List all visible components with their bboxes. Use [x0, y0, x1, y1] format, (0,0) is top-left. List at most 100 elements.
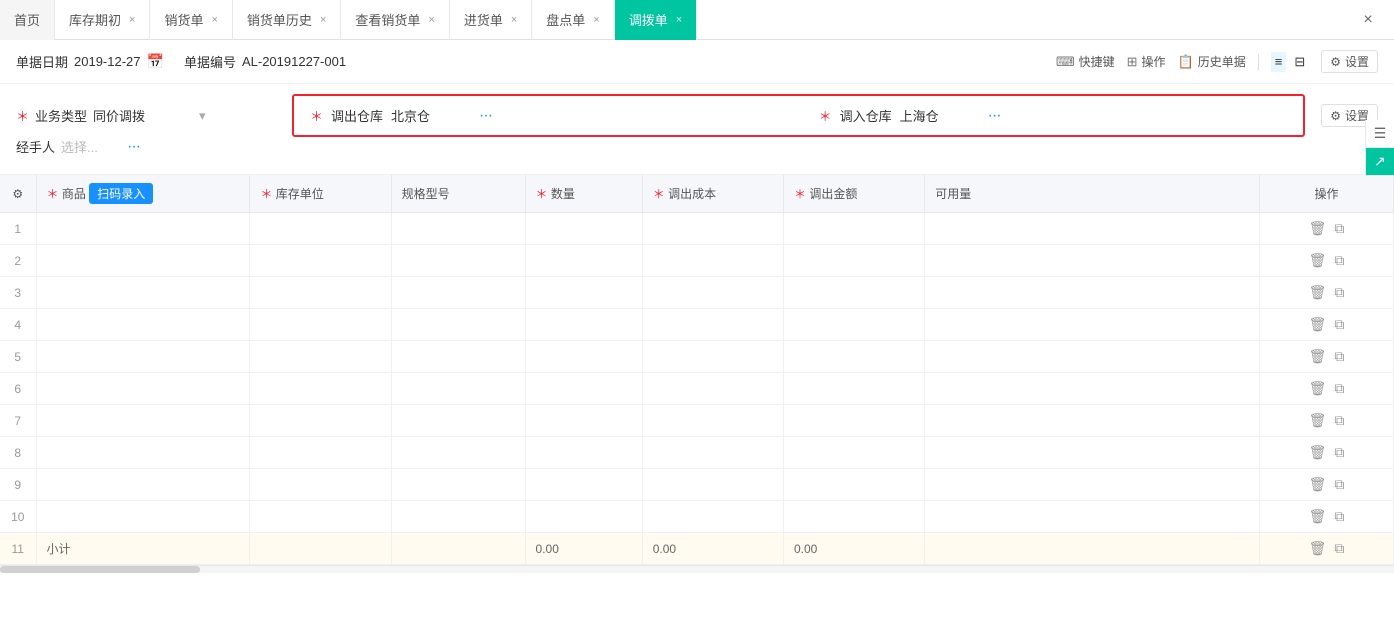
row-3-amount[interactable] [783, 277, 924, 309]
row-5-amount[interactable] [783, 341, 924, 373]
horizontal-scrollbar[interactable] [0, 565, 1394, 573]
row-8-qty[interactable] [525, 437, 642, 469]
row-2-goods[interactable] [36, 245, 250, 277]
row-11-spec[interactable] [391, 533, 525, 565]
row-4-cost[interactable] [642, 309, 783, 341]
row-1-qty[interactable] [525, 213, 642, 245]
row-7-unit[interactable] [250, 405, 391, 437]
tab-inventory-init-close[interactable]: × [129, 14, 135, 26]
window-close-button[interactable]: × [1352, 4, 1384, 36]
delete-icon-2[interactable]: 🗑 [1309, 252, 1327, 269]
copy-icon-9[interactable]: ⧉ [1334, 476, 1344, 493]
transfer-out-value[interactable]: 北京仓 [391, 106, 471, 125]
row-2-cost[interactable] [642, 245, 783, 277]
tab-view-sales[interactable]: 查看销货单 × [341, 0, 449, 40]
copy-icon-1[interactable]: ⧉ [1334, 220, 1344, 237]
row-6-qty[interactable] [525, 373, 642, 405]
tab-transfer-close[interactable]: × [676, 14, 682, 26]
row-10-qty[interactable] [525, 501, 642, 533]
delete-icon-5[interactable]: 🗑 [1309, 348, 1327, 365]
tab-stocktake[interactable]: 盘点单 × [532, 0, 614, 40]
row-2-unit[interactable] [250, 245, 391, 277]
transfer-in-value[interactable]: 上海仓 [900, 106, 980, 125]
row-6-spec[interactable] [391, 373, 525, 405]
copy-icon-11[interactable]: ⧉ [1334, 540, 1344, 557]
row-6-amount[interactable] [783, 373, 924, 405]
delete-icon-11[interactable]: 🗑 [1309, 540, 1327, 557]
copy-icon-4[interactable]: ⧉ [1334, 316, 1344, 333]
shortcut-button[interactable]: ⌨ 快捷键 [1056, 53, 1115, 70]
row-10-cost[interactable] [642, 501, 783, 533]
row-5-spec[interactable] [391, 341, 525, 373]
delete-icon-3[interactable]: 🗑 [1309, 284, 1327, 301]
row-3-spec[interactable] [391, 277, 525, 309]
row-7-qty[interactable] [525, 405, 642, 437]
person-more-icon[interactable]: ··· [127, 138, 140, 156]
row-5-goods[interactable] [36, 341, 250, 373]
row-6-unit[interactable] [250, 373, 391, 405]
sidebar-expand-button[interactable]: ↗ [1366, 148, 1394, 176]
row-9-unit[interactable] [250, 469, 391, 501]
person-value[interactable]: 选择... [61, 137, 121, 156]
tab-inventory-init[interactable]: 库存期初 × [55, 0, 150, 40]
row-8-spec[interactable] [391, 437, 525, 469]
tab-purchase-order-close[interactable]: × [511, 14, 517, 26]
row-8-unit[interactable] [250, 437, 391, 469]
row-4-goods[interactable] [36, 309, 250, 341]
delete-icon-7[interactable]: 🗑 [1309, 412, 1327, 429]
row-6-goods[interactable] [36, 373, 250, 405]
layout-grid-icon[interactable]: ⊟ [1290, 52, 1309, 72]
row-7-spec[interactable] [391, 405, 525, 437]
row-4-amount[interactable] [783, 309, 924, 341]
tab-home[interactable]: 首页 [0, 0, 55, 40]
copy-icon-2[interactable]: ⧉ [1334, 252, 1344, 269]
calendar-icon[interactable]: 📅 [147, 53, 164, 70]
row-3-unit[interactable] [250, 277, 391, 309]
row-9-spec[interactable] [391, 469, 525, 501]
row-10-spec[interactable] [391, 501, 525, 533]
setting-button[interactable]: ⚙ 设置 [1321, 50, 1378, 73]
delete-icon-6[interactable]: 🗑 [1309, 380, 1327, 397]
row-11-unit[interactable] [250, 533, 391, 565]
row-3-qty[interactable] [525, 277, 642, 309]
tab-transfer[interactable]: 调拨单 × [615, 0, 697, 40]
row-8-goods[interactable] [36, 437, 250, 469]
row-1-amount[interactable] [783, 213, 924, 245]
row-9-cost[interactable] [642, 469, 783, 501]
sidebar-list-button[interactable]: ☰ [1366, 120, 1394, 148]
row-1-cost[interactable] [642, 213, 783, 245]
row-8-cost[interactable] [642, 437, 783, 469]
tab-purchase-order[interactable]: 进货单 × [450, 0, 532, 40]
layout-list-icon[interactable]: ≡ [1271, 52, 1287, 72]
row-4-unit[interactable] [250, 309, 391, 341]
row-2-amount[interactable] [783, 245, 924, 277]
scrollbar-thumb[interactable] [0, 566, 200, 573]
copy-icon-10[interactable]: ⧉ [1334, 508, 1344, 525]
row-7-goods[interactable] [36, 405, 250, 437]
row-1-goods[interactable] [36, 213, 250, 245]
row-3-cost[interactable] [642, 277, 783, 309]
row-10-unit[interactable] [250, 501, 391, 533]
row-7-amount[interactable] [783, 405, 924, 437]
delete-icon-10[interactable]: 🗑 [1309, 508, 1327, 525]
tab-sales-history-close[interactable]: × [320, 14, 326, 26]
row-6-cost[interactable] [642, 373, 783, 405]
copy-icon-3[interactable]: ⧉ [1334, 284, 1344, 301]
delete-icon-8[interactable]: 🗑 [1309, 444, 1327, 461]
copy-icon-8[interactable]: ⧉ [1334, 444, 1344, 461]
row-1-unit[interactable] [250, 213, 391, 245]
row-9-qty[interactable] [525, 469, 642, 501]
delete-icon-9[interactable]: 🗑 [1309, 476, 1327, 493]
scan-button[interactable]: 扫码录入 [89, 183, 153, 204]
tab-sales-order-close[interactable]: × [211, 14, 217, 26]
row-4-spec[interactable] [391, 309, 525, 341]
row-7-cost[interactable] [642, 405, 783, 437]
row-3-goods[interactable] [36, 277, 250, 309]
row-2-spec[interactable] [391, 245, 525, 277]
history-button[interactable]: 📋 历史单据 [1178, 53, 1246, 70]
row-10-goods[interactable] [36, 501, 250, 533]
copy-icon-7[interactable]: ⧉ [1334, 412, 1344, 429]
row-1-spec[interactable] [391, 213, 525, 245]
date-value[interactable]: 2019-12-27 [74, 54, 141, 69]
delete-icon-1[interactable]: 🗑 [1309, 220, 1327, 237]
